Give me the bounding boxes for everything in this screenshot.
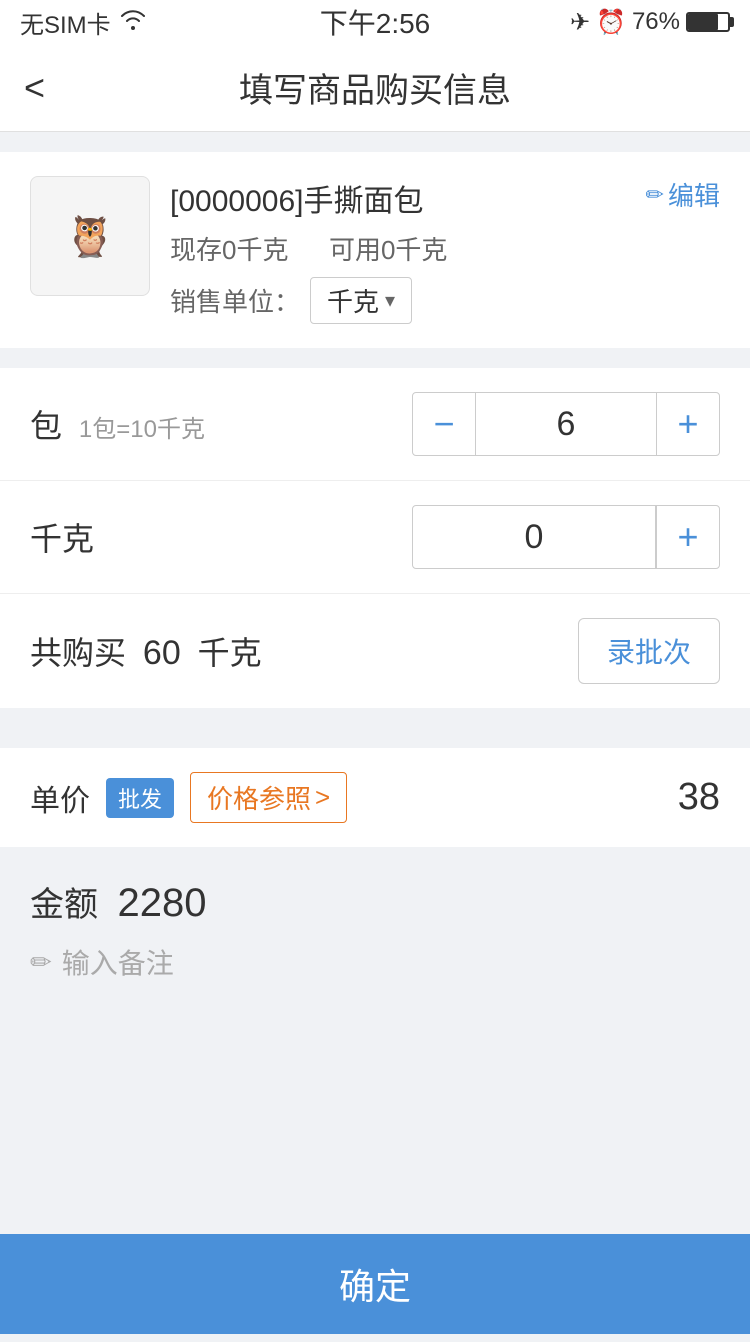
pencil-icon: ✏ [30, 947, 52, 978]
status-time: 下午2:56 [320, 2, 431, 42]
dropdown-arrow-icon: ▾ [385, 288, 395, 313]
amount-label: 金额 [30, 886, 98, 924]
amount-value: 2280 [117, 881, 206, 925]
product-unit-row: 销售单位： 千克 ▾ [170, 277, 720, 324]
package-quantity-control: − + [412, 392, 720, 456]
location-icon: ✈ [570, 8, 590, 37]
record-batch-button[interactable]: 录批次 [578, 618, 720, 684]
stock-text: 现存0千克 [170, 235, 288, 265]
package-hint: 1包=10千克 [79, 416, 205, 443]
product-name: [0000006]手撕面包 [170, 176, 720, 220]
page-title: 填写商品购买信息 [239, 63, 511, 112]
wifi-icon [119, 8, 147, 37]
product-card: 🦉 [0000006]手撕面包 现存0千克 可用0千克 销售单位： 千克 ▾ ✏… [0, 152, 750, 348]
unit-selector[interactable]: 千克 ▾ [310, 277, 412, 324]
section-divider-1 [0, 348, 750, 368]
kilogram-quantity-input[interactable] [412, 505, 656, 569]
nav-bar: < 填写商品购买信息 [0, 44, 750, 132]
unit-label: 销售单位： [170, 282, 300, 319]
total-section: 共购买 60 千克 录批次 [0, 594, 750, 708]
edit-icon: ✏ [646, 182, 664, 208]
package-increment-button[interactable]: + [656, 392, 720, 456]
kilogram-quantity-control: + [412, 505, 720, 569]
price-ref-label: 价格参照 [207, 779, 311, 816]
edit-label: 编辑 [668, 176, 720, 213]
section-divider-2 [0, 708, 750, 728]
stock-spacer [296, 235, 322, 265]
price-value: 38 [678, 776, 720, 819]
carrier-text: 无SIM卡 [20, 5, 111, 40]
alarm-icon: ⏰ [596, 8, 626, 37]
unit-value: 千克 [327, 282, 379, 319]
remark-row[interactable]: ✏ 输入备注 [30, 942, 720, 982]
package-label: 包 1包=10千克 [30, 401, 412, 447]
amount-section: 金额 2280 ✏ 输入备注 [0, 847, 750, 1002]
battery-icon [686, 12, 730, 32]
product-stock: 现存0千克 可用0千克 [170, 230, 720, 267]
kilogram-label: 千克 [30, 514, 412, 560]
product-logo: 🦉 [65, 213, 115, 260]
confirm-button[interactable]: 确定 [0, 1234, 750, 1334]
price-label: 单价 [30, 776, 90, 820]
product-info: [0000006]手撕面包 现存0千克 可用0千克 销售单位： 千克 ▾ [170, 176, 720, 324]
package-row: 包 1包=10千克 − + [0, 368, 750, 481]
back-button[interactable]: < [24, 67, 45, 109]
price-ref-button[interactable]: 价格参照 > [190, 772, 347, 823]
total-quantity: 60 [143, 634, 181, 672]
product-image: 🦉 [30, 176, 150, 296]
kilogram-increment-button[interactable]: + [656, 505, 720, 569]
total-text: 共购买 60 千克 [30, 628, 262, 674]
amount-row: 金额 2280 [30, 877, 720, 926]
remark-placeholder: 输入备注 [62, 942, 174, 982]
battery-percent: 76% [632, 8, 680, 36]
price-tag: 批发 [106, 778, 174, 818]
kilogram-label-text: 千克 [30, 521, 94, 557]
confirm-button-label: 确定 [339, 1258, 411, 1310]
price-section: 单价 批发 价格参照 > 38 [0, 748, 750, 847]
package-label-text: 包 [30, 408, 62, 444]
status-bar: 无SIM卡 下午2:56 ✈ ⏰ 76% [0, 0, 750, 44]
total-unit: 千克 [198, 635, 262, 671]
package-input-section: 包 1包=10千克 − + 千克 + [0, 368, 750, 594]
price-ref-arrow-icon: > [315, 782, 330, 813]
package-quantity-input[interactable] [476, 392, 656, 456]
total-prefix: 共购买 [30, 635, 126, 671]
kilogram-row: 千克 + [0, 481, 750, 594]
status-left: 无SIM卡 [20, 5, 147, 40]
package-decrement-button[interactable]: − [412, 392, 476, 456]
available-text: 可用0千克 [329, 235, 447, 265]
edit-button[interactable]: ✏ 编辑 [646, 176, 720, 213]
status-right: ✈ ⏰ 76% [570, 8, 730, 37]
